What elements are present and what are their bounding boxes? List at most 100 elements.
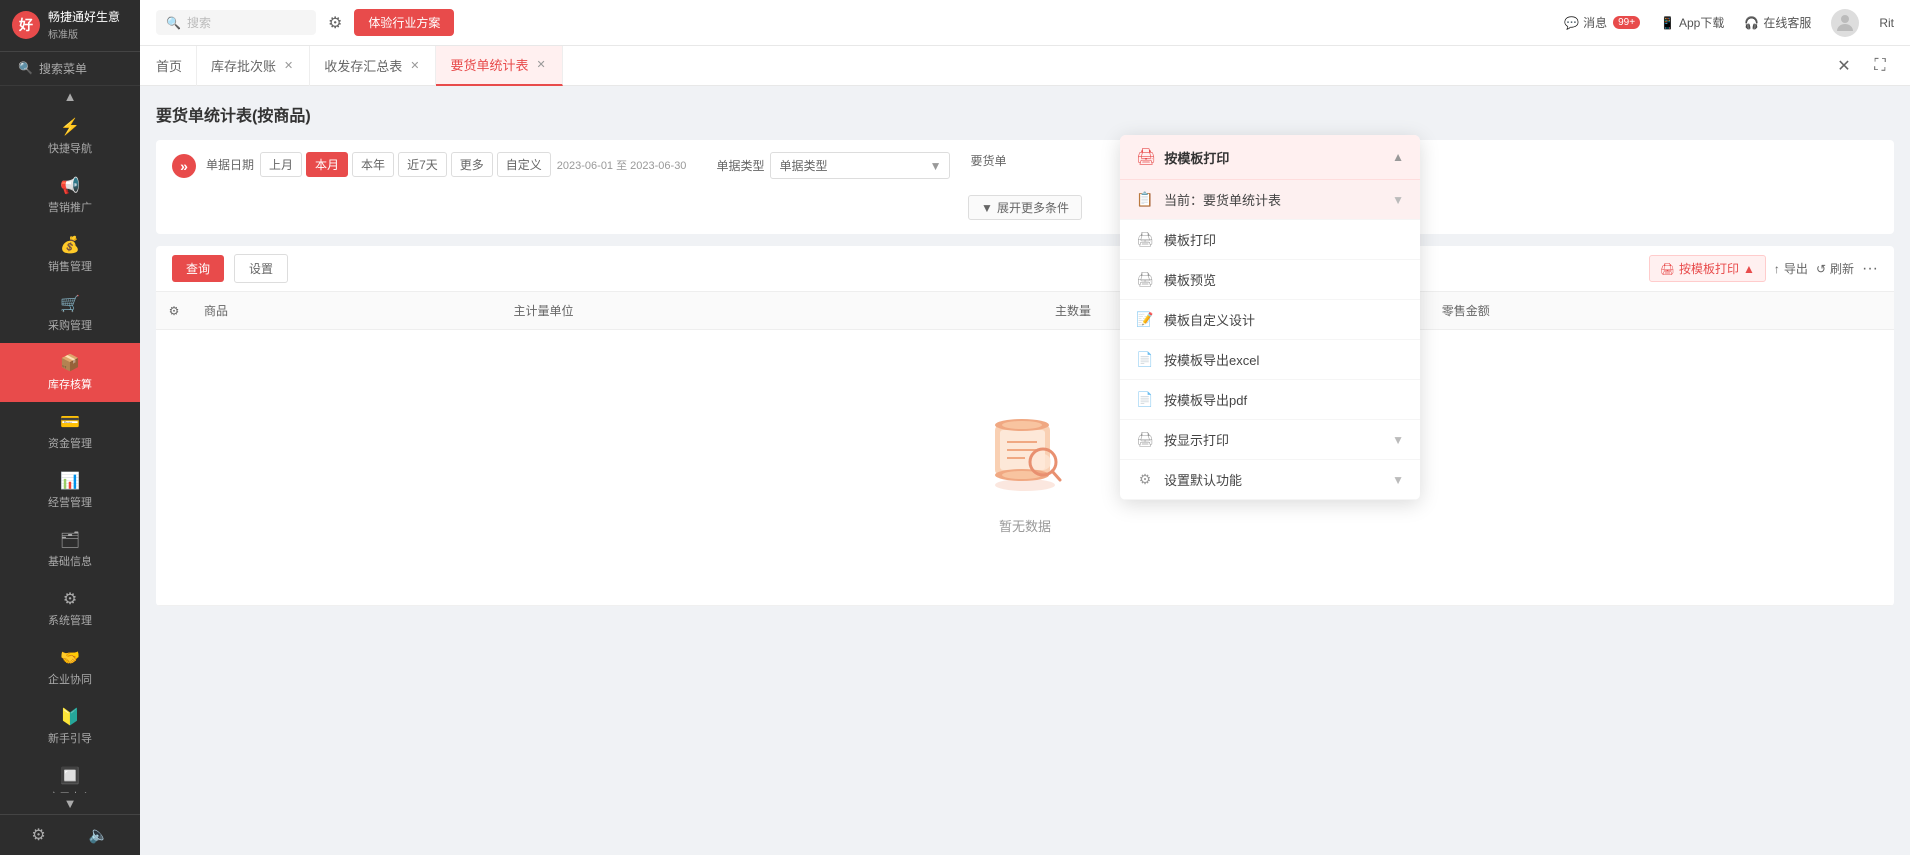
quick-nav-icon: ⚡ bbox=[60, 117, 80, 137]
sidebar-item-guide[interactable]: 🔰 新手引导 bbox=[0, 697, 140, 756]
dropdown-item-template-custom[interactable]: 📝 模板自定义设计 bbox=[1120, 300, 1420, 340]
date-btn-more[interactable]: 更多 bbox=[451, 152, 493, 177]
tab-order-stats-close[interactable]: ✕ bbox=[535, 57, 548, 72]
sidebar-nav: ⚡ 快捷导航 📢 营销推广 💰 销售管理 🛒 采购管理 📦 库存核算 💳 资金管… bbox=[0, 107, 140, 793]
sidebar-item-label: 新手引导 bbox=[48, 730, 92, 746]
tab-receive-summary[interactable]: 收发存汇总表 ✕ bbox=[310, 46, 436, 86]
date-buttons: 上月 本月 本年 近7天 更多 自定义 bbox=[260, 152, 551, 177]
apps-icon: 🔲 bbox=[60, 766, 80, 786]
order-type-value: 单据类型 bbox=[779, 157, 827, 174]
dropdown-header-chevron-icon[interactable]: ▲ bbox=[1392, 150, 1404, 164]
settings-bottom-icon[interactable]: ⚙ bbox=[31, 825, 45, 845]
sidebar-item-label: 系统管理 bbox=[48, 612, 92, 628]
date-btn-custom[interactable]: 自定义 bbox=[497, 152, 551, 177]
speaker-icon[interactable]: 🔈 bbox=[89, 825, 109, 845]
date-btn-7days[interactable]: 近7天 bbox=[398, 152, 447, 177]
tab-order-stats[interactable]: 要货单统计表 ✕ bbox=[436, 46, 562, 86]
topbar-app-download[interactable]: 📱 App下载 bbox=[1660, 14, 1724, 31]
dropdown-item-template-preview[interactable]: 🖨 模板预览 bbox=[1120, 260, 1420, 300]
tab-home[interactable]: 首页 bbox=[156, 46, 197, 86]
sidebar-scroll-down[interactable]: ▼ bbox=[0, 793, 140, 814]
print-button[interactable]: 🖨 按模板打印 ▲ bbox=[1649, 255, 1766, 282]
topbar-search[interactable]: 🔍 搜索 bbox=[156, 10, 316, 35]
sidebar-item-marketing[interactable]: 📢 营销推广 bbox=[0, 166, 140, 225]
sidebar-scroll-up[interactable]: ▲ bbox=[0, 86, 140, 107]
tab-order-stats-label: 要货单统计表 bbox=[450, 55, 528, 74]
dropdown-item-template-pdf[interactable]: 📄 按模板导出pdf bbox=[1120, 380, 1420, 420]
operation-icon: 📊 bbox=[60, 471, 80, 491]
sidebar-item-basic[interactable]: 🗂 基础信息 bbox=[0, 520, 140, 579]
trial-button[interactable]: 体验行业方案 bbox=[354, 9, 454, 36]
search-menu-item[interactable]: 🔍 搜索菜单 bbox=[0, 52, 140, 86]
tab-batch-account-close[interactable]: ✕ bbox=[282, 58, 295, 73]
topbar-online-service[interactable]: 🎧 在线客服 bbox=[1744, 14, 1811, 31]
sidebar-item-label: 销售管理 bbox=[48, 258, 92, 274]
sidebar-item-sales[interactable]: 💰 销售管理 bbox=[0, 225, 140, 284]
dropdown-current-template[interactable]: 📋 当前：要货单统计表 ▼ bbox=[1120, 180, 1420, 220]
export-button[interactable]: ↑ 导出 bbox=[1774, 260, 1808, 277]
print-icon: 🖨 bbox=[1660, 262, 1675, 276]
data-table: ⚙ 商品 主计量单位 主数量 零售金额 bbox=[156, 292, 1894, 606]
message-icon: 💬 bbox=[1564, 16, 1579, 30]
tab-receive-summary-close[interactable]: ✕ bbox=[408, 58, 421, 73]
topbar: 🔍 搜索 ⚙ 体验行业方案 💬 消息 99+ 📱 App下载 🎧 在线客服 Ri… bbox=[140, 0, 1910, 46]
sidebar-item-purchase[interactable]: 🛒 采购管理 bbox=[0, 284, 140, 343]
sidebar-item-inventory[interactable]: 📦 库存核算 bbox=[0, 343, 140, 402]
expand-more-button[interactable]: ▼ 展开更多条件 bbox=[968, 195, 1082, 220]
sidebar: 好 畅捷通好生意 标准版 🔍 搜索菜单 ▲ ⚡ 快捷导航 📢 营销推广 💰 销售… bbox=[0, 0, 140, 855]
order-type-chevron-icon: ▼ bbox=[930, 159, 942, 173]
col-unit: 主计量单位 bbox=[501, 292, 1043, 330]
sidebar-item-operation[interactable]: 📊 经营管理 bbox=[0, 461, 140, 520]
dropdown-header[interactable]: 🖨 按模板打印 ▲ bbox=[1120, 135, 1420, 180]
date-btn-last-month[interactable]: 上月 bbox=[260, 152, 302, 177]
sidebar-item-cooperation[interactable]: 🤝 企业协同 bbox=[0, 638, 140, 697]
sidebar-item-finance[interactable]: 💳 资金管理 bbox=[0, 402, 140, 461]
sidebar-item-apps[interactable]: 🔲 应用中心 bbox=[0, 756, 140, 793]
dropdown-item-set-default[interactable]: ⚙ 设置默认功能 ▼ bbox=[1120, 460, 1420, 500]
app-edition: 标准版 bbox=[48, 26, 120, 41]
dropdown-item-label: 设置默认功能 bbox=[1164, 470, 1242, 489]
tab-home-label: 首页 bbox=[156, 56, 182, 75]
dropdown-item-label: 按显示打印 bbox=[1164, 430, 1229, 449]
filter-expand-button[interactable]: » bbox=[172, 154, 196, 178]
dropdown-header-print-icon: 🖨 bbox=[1136, 147, 1156, 167]
dropdown-header-title: 按模板打印 bbox=[1164, 148, 1229, 167]
date-btn-this-year[interactable]: 本年 bbox=[352, 152, 394, 177]
col-settings[interactable]: ⚙ bbox=[156, 292, 192, 330]
dropdown-item-template-print[interactable]: 🖨 模板打印 bbox=[1120, 220, 1420, 260]
data-toolbar: 查询 设置 🖨 按模板打印 ▲ ↑ 导出 ↺ 刷新 bbox=[156, 246, 1894, 292]
app-name: 畅捷通好生意 bbox=[48, 10, 120, 26]
guide-icon: 🔰 bbox=[60, 707, 80, 727]
tab-maximize-icon[interactable]: ⛶ bbox=[1866, 52, 1894, 80]
sidebar-item-label: 经营管理 bbox=[48, 494, 92, 510]
basic-icon: 🗂 bbox=[60, 530, 80, 550]
system-icon: ⚙ bbox=[63, 589, 77, 609]
topbar-search-icon: 🔍 bbox=[166, 16, 181, 30]
sidebar-item-quick-nav[interactable]: ⚡ 快捷导航 bbox=[0, 107, 140, 166]
topbar-gear-icon[interactable]: ⚙ bbox=[328, 13, 342, 33]
search-icon: 🔍 bbox=[18, 61, 33, 75]
tab-batch-account[interactable]: 库存批次账 ✕ bbox=[197, 46, 310, 86]
date-btn-this-month[interactable]: 本月 bbox=[306, 152, 348, 177]
marketing-icon: 📢 bbox=[60, 176, 80, 196]
dropdown-item-template-excel[interactable]: 📄 按模板导出excel bbox=[1120, 340, 1420, 380]
page-content: 要货单统计表(按商品) » 单据日期 上月 本月 本年 近7天 更多 自定义 2… bbox=[140, 86, 1910, 855]
tab-close-all-icon[interactable]: ✕ bbox=[1830, 52, 1858, 80]
topbar-messages[interactable]: 💬 消息 99+ bbox=[1564, 14, 1640, 31]
print-label: 按模板打印 bbox=[1679, 260, 1739, 277]
current-template-arrow-icon: ▼ bbox=[1392, 193, 1404, 207]
dropdown-item-display-print[interactable]: 🖨 按显示打印 ▼ bbox=[1120, 420, 1420, 460]
sidebar-bottom: ⚙ 🔈 bbox=[0, 814, 140, 855]
refresh-button[interactable]: ↺ 刷新 bbox=[1816, 260, 1854, 277]
tabs-bar: 首页 库存批次账 ✕ 收发存汇总表 ✕ 要货单统计表 ✕ ✕ ⛶ bbox=[140, 46, 1910, 86]
more-actions-icon[interactable]: ··· bbox=[1862, 260, 1878, 278]
order-tag-label: 要货单 bbox=[970, 152, 1006, 169]
sidebar-item-system[interactable]: ⚙ 系统管理 bbox=[0, 579, 140, 638]
query-button[interactable]: 查询 bbox=[172, 255, 224, 282]
order-type-select[interactable]: 单据类型 ▼ bbox=[770, 152, 950, 179]
settings-button[interactable]: 设置 bbox=[234, 254, 288, 283]
purchase-icon: 🛒 bbox=[60, 294, 80, 314]
sidebar-item-label: 营销推广 bbox=[48, 199, 92, 215]
topbar-search-placeholder: 搜索 bbox=[187, 14, 211, 31]
sidebar-item-label: 应用中心 bbox=[48, 789, 92, 793]
